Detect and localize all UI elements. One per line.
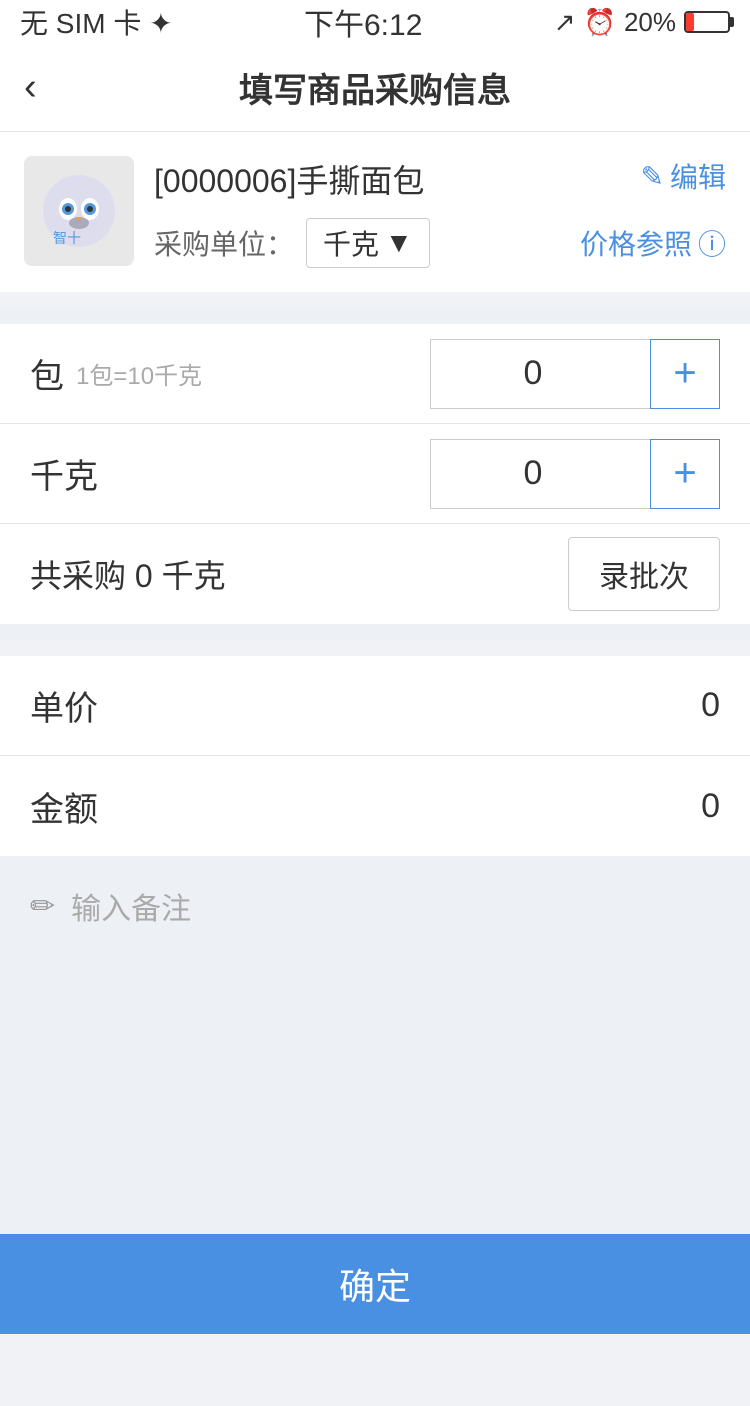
product-unit: 采购单位： 千克 ▼ <box>154 218 430 268</box>
price-reference-button[interactable]: 价格参照 ⓘ <box>580 223 726 263</box>
edit-icon: ✎ <box>641 160 664 193</box>
remark-placeholder: 输入备注 <box>71 884 191 928</box>
svg-text:智十: 智十 <box>53 230 81 246</box>
package-plus-button[interactable]: + <box>650 339 720 409</box>
alarm-icon: ⏰ <box>584 7 616 38</box>
unit-price-value: 0 <box>701 686 720 725</box>
unit-price-label: 单价 <box>30 681 98 730</box>
separator-2 <box>0 624 750 640</box>
unit-price-row: 单价 0 <box>0 656 750 756</box>
batch-button[interactable]: 录批次 <box>568 537 720 611</box>
help-icon: ⓘ <box>698 223 726 263</box>
kg-label: 千克 <box>30 449 98 498</box>
product-meta: 采购单位： 千克 ▼ 价格参照 ⓘ <box>154 218 726 268</box>
kg-input[interactable] <box>430 439 650 509</box>
main-content: 智十 [0000006]手撕面包 ✎ 编辑 采购单位： 千克 ▼ <box>0 132 750 1406</box>
page-title: 填写商品采购信息 <box>239 63 511 112</box>
kg-plus-button[interactable]: + <box>650 439 720 509</box>
status-bar: 无 SIM 卡 ✦ 下午6:12 ↗ ⏰ 20% <box>0 0 750 44</box>
product-section: 智十 [0000006]手撕面包 ✎ 编辑 采购单位： 千克 ▼ <box>0 132 750 292</box>
confirm-button[interactable]: 确定 <box>0 1234 750 1334</box>
product-header: [0000006]手撕面包 ✎ 编辑 <box>154 156 726 202</box>
dropdown-arrow-icon: ▼ <box>385 227 413 259</box>
unit-dropdown[interactable]: 千克 ▼ <box>306 218 430 268</box>
status-right: ↗ ⏰ 20% <box>554 7 730 38</box>
battery-icon <box>684 11 730 33</box>
kg-row: 千克 + <box>0 424 750 524</box>
separator-1 <box>0 308 750 324</box>
kg-input-group: + <box>430 439 720 509</box>
amount-label: 金额 <box>30 782 98 831</box>
product-image: 智十 <box>24 156 134 266</box>
back-button[interactable]: ‹ <box>24 66 37 109</box>
summary-text: 共采购 0 千克 <box>30 551 226 597</box>
pencil-icon: ✏ <box>30 889 55 924</box>
summary-row: 共采购 0 千克 录批次 <box>0 524 750 624</box>
sim-status: 无 SIM 卡 ✦ <box>20 2 173 42</box>
status-left: 无 SIM 卡 ✦ <box>20 2 173 42</box>
package-input-group: + <box>430 339 720 409</box>
form-section: 包 1包=10千克 + 千克 + <box>0 324 750 524</box>
battery-percent: 20% <box>624 7 676 38</box>
package-row: 包 1包=10千克 + <box>0 324 750 424</box>
amount-row: 金额 0 <box>0 756 750 856</box>
package-label: 包 1包=10千克 <box>30 349 202 398</box>
amount-value: 0 <box>701 787 720 826</box>
product-info: [0000006]手撕面包 ✎ 编辑 采购单位： 千克 ▼ 价格参照 ⓘ <box>154 156 726 268</box>
battery-fill <box>686 13 694 31</box>
nav-bar: ‹ 填写商品采购信息 <box>0 44 750 132</box>
location-icon: ↗ <box>554 7 576 38</box>
product-name: [0000006]手撕面包 <box>154 156 424 202</box>
price-section: 单价 0 金额 0 <box>0 656 750 856</box>
status-time: 下午6:12 <box>304 0 422 44</box>
edit-button[interactable]: ✎ 编辑 <box>641 156 726 196</box>
package-input[interactable] <box>430 339 650 409</box>
remark-section[interactable]: ✏ 输入备注 <box>0 856 750 956</box>
